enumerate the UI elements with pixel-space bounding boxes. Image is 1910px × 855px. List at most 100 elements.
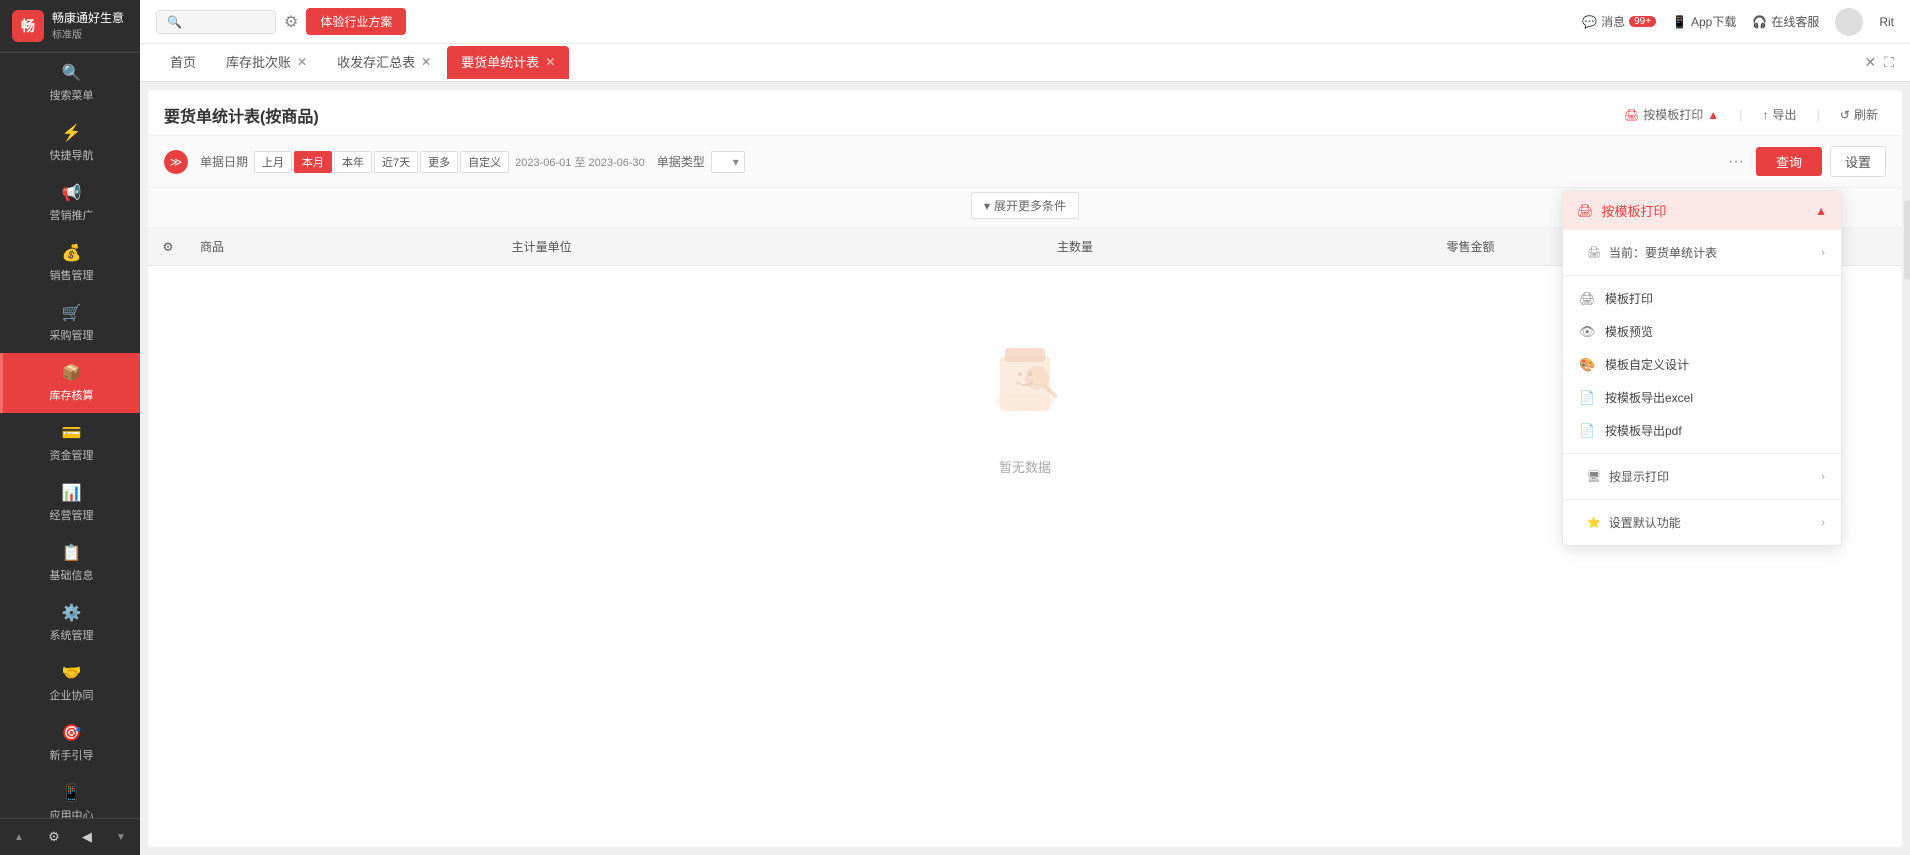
date-btn-this-month[interactable]: 本月 [294,151,332,173]
refresh-icon: ↺ [1840,108,1850,122]
dropdown-items-section: 🖨 模板打印 👁 模板预览 🎨 模板自定义设计 📄 按模板导出excel 📄 [1563,276,1841,454]
divider2: | [1817,107,1820,122]
print-dropdown-icon: 🖨 [1577,203,1594,219]
scroll-down-btn[interactable]: ▼ [114,830,128,844]
col-settings[interactable]: ⚙ [148,228,188,266]
dropdown-display-section: 🖥 按显示打印 › [1563,454,1841,500]
sidebar: 畅 畅康通好生意 标准版 🔍 搜索菜单 ⚡ 快捷导航 📢 营销推广 💰 销售管理… [0,0,140,855]
export-label: 导出 [1773,106,1797,123]
print-template-label: 按模板打印 [1643,106,1703,123]
order-type-select[interactable] [711,151,745,173]
date-btn-this-year[interactable]: 本年 [334,151,372,173]
dropdown-export-excel[interactable]: 📄 按模板导出excel [1563,381,1841,414]
expand-more-label: 展开更多条件 [994,197,1066,214]
system-icon: ⚙️ [62,603,82,623]
header-left: 🔍 ⚙ 体验行业方案 [156,8,406,35]
sidebar-item-guide[interactable]: 🎯 新手引导 [0,713,140,773]
export-btn[interactable]: ↑ 导出 [1755,102,1805,127]
settings-btn[interactable]: 设置 [1830,146,1886,177]
sidebar-item-system[interactable]: ⚙️ 系统管理 [0,593,140,653]
tab-inventory-batch[interactable]: 库存批次账 ✕ [212,46,321,79]
tab-order-stats[interactable]: 要货单统计表 ✕ [447,46,569,79]
dropdown-display-print[interactable]: 🖥 按显示打印 › [1563,460,1841,493]
set-default-icon: ⭐ [1587,516,1601,529]
header-search-box[interactable]: 🔍 [156,10,276,34]
dropdown-template-preview[interactable]: 👁 模板预览 [1563,315,1841,348]
header-gear-icon[interactable]: ⚙ [284,12,298,32]
tab-close-icon[interactable]: ✕ [421,55,431,69]
template-design-icon: 🎨 [1579,357,1595,373]
dropdown-export-pdf[interactable]: 📄 按模板导出pdf [1563,414,1841,447]
divider: | [1739,107,1742,122]
tab-receipt-summary[interactable]: 收发存汇总表 ✕ [323,46,445,79]
sidebar-logo: 畅 畅康通好生意 标准版 [0,0,140,53]
tab-label: 要货单统计表 [461,52,539,71]
dropdown-template-design[interactable]: 🎨 模板自定义设计 [1563,348,1841,381]
print-icon: 🖨 [1624,108,1639,122]
collapse-icon[interactable]: ◀ [82,829,92,845]
lightning-icon: ⚡ [62,123,82,143]
close-window-btn[interactable]: ✕ [1864,54,1876,71]
dropdown-template-print[interactable]: 🖨 模板打印 [1563,282,1841,315]
sidebar-item-operation[interactable]: 📊 经营管理 [0,473,140,533]
template-print-label: 模板打印 [1605,290,1653,307]
search-small-icon: 🔍 [167,15,182,29]
template-design-label: 模板自定义设计 [1605,356,1689,373]
date-btn-more[interactable]: 更多 [420,151,458,173]
date-btn-7days[interactable]: 近7天 [374,151,418,173]
sidebar-item-purchase[interactable]: 🛒 采购管理 [0,293,140,353]
app-download-btn[interactable]: 📱 App下载 [1672,13,1736,30]
tab-label: 库存批次账 [226,52,291,71]
date-btn-custom[interactable]: 自定义 [460,151,509,173]
sales-icon: 💰 [62,243,82,263]
date-btn-prev-month[interactable]: 上月 [254,151,292,173]
message-badge: 99+ [1629,16,1656,27]
settings-gear-icon[interactable]: ⚙ [48,829,60,845]
refresh-btn[interactable]: ↺ 刷新 [1832,102,1886,127]
maximize-window-btn[interactable]: ⛶ [1884,54,1894,71]
tab-close-icon[interactable]: ✕ [545,55,555,69]
sidebar-item-label: 新手引导 [50,747,94,763]
sidebar-item-inventory[interactable]: 📦 库存核算 [0,353,140,413]
display-print-icon: 🖥 [1587,470,1601,483]
more-options-icon[interactable]: ··· [1724,153,1748,171]
tab-close-icon[interactable]: ✕ [297,55,307,69]
message-btn[interactable]: 💬 消息 99+ [1582,13,1656,30]
online-service-btn[interactable]: 🎧 在线客服 [1752,13,1819,30]
sidebar-item-cooperation[interactable]: 🤝 企业协同 [0,653,140,713]
trial-btn[interactable]: 体验行业方案 [306,8,406,35]
print-template-btn[interactable]: 🖨 按模板打印 ▲ [1616,102,1727,127]
date-filter-group: 单据日期 上月 本月 本年 近7天 更多 自定义 2023-06-01 至 20… [200,151,645,173]
sidebar-item-label: 库存核算 [50,387,94,403]
online-service-label: 在线客服 [1771,13,1819,30]
template-preview-label: 模板预览 [1605,323,1653,340]
user-avatar[interactable] [1835,8,1863,36]
sidebar-item-marketing[interactable]: 📢 营销推广 [0,173,140,233]
sidebar-nav: 🔍 搜索菜单 ⚡ 快捷导航 📢 营销推广 💰 销售管理 🛒 采购管理 📦 库存核… [0,53,140,818]
sidebar-item-search[interactable]: 🔍 搜索菜单 [0,53,140,113]
filter-expand-btn[interactable]: ≫ [164,150,188,174]
query-btn[interactable]: 查询 [1756,147,1822,176]
sidebar-item-sales[interactable]: 💰 销售管理 [0,233,140,293]
date-filter-label: 单据日期 [200,153,248,170]
tab-home[interactable]: 首页 [156,46,210,79]
sidebar-item-basic[interactable]: 📋 基础信息 [0,533,140,593]
refresh-label: 刷新 [1854,106,1878,123]
page-header: 要货单统计表(按商品) 🖨 按模板打印 ▲ | ↑ 导出 | ↺ 刷新 [148,90,1902,136]
sidebar-item-label: 销售管理 [50,267,94,283]
sidebar-item-label: 采购管理 [50,327,94,343]
dropdown-set-default[interactable]: ⭐ 设置默认功能 › [1563,506,1841,539]
tabs-bar: 首页 库存批次账 ✕ 收发存汇总表 ✕ 要货单统计表 ✕ ✕ ⛶ [140,44,1910,82]
col-unit: 主计量单位 [500,228,1045,266]
dropdown-current-item[interactable]: 🖨 当前：要货单统计表 › [1563,236,1841,269]
expand-more-btn[interactable]: ▾ 展开更多条件 [971,192,1079,219]
right-scrollbar[interactable] [1904,200,1910,280]
dropdown-collapse-btn[interactable]: ▲ [1815,204,1827,218]
sidebar-item-shortcut[interactable]: ⚡ 快捷导航 [0,113,140,173]
sidebar-item-apps[interactable]: 📱 应用中心 [0,773,140,818]
sidebar-item-finance[interactable]: 💳 资金管理 [0,413,140,473]
scroll-up-btn[interactable]: ▲ [12,830,26,844]
dropdown-title: 按模板打印 [1602,201,1667,220]
home-tab-label: 首页 [170,52,196,71]
export-pdf-icon: 📄 [1579,423,1595,439]
